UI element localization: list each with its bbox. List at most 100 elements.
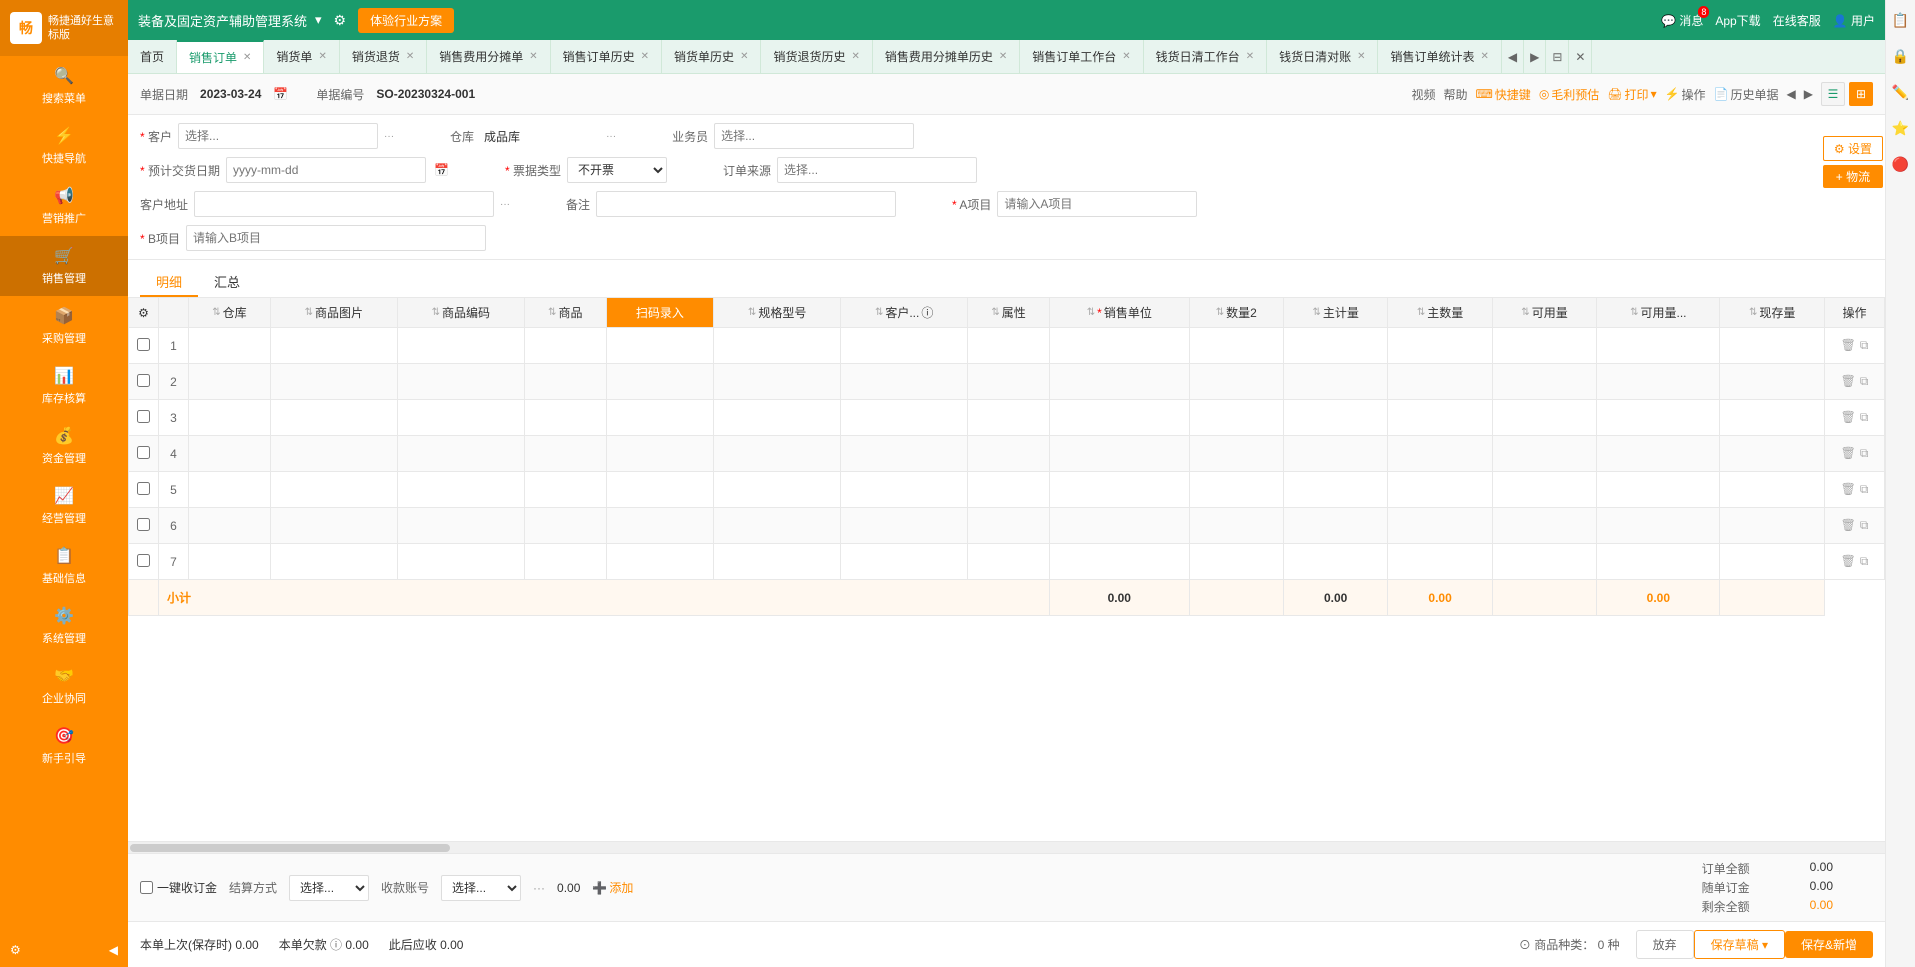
col-available[interactable]: ⇅可用量 xyxy=(1492,298,1596,328)
online-service-btn[interactable]: 在线客服 xyxy=(1773,12,1821,29)
tab-sales-return[interactable]: 销货退货 ✕ xyxy=(340,40,427,74)
warehouse-more-btn[interactable]: ··· xyxy=(606,131,616,142)
date-picker-icon[interactable]: 📅 xyxy=(434,163,449,177)
tab-close-icon[interactable]: ✕ xyxy=(1481,51,1489,62)
tab-cashflow-daily[interactable]: 钱货日清工作台 ✕ xyxy=(1144,40,1267,74)
row-copy-icon[interactable]: ⧉ xyxy=(1860,482,1869,497)
a-project-input[interactable] xyxy=(997,191,1197,217)
system-dropdown-btn[interactable]: ▾ xyxy=(315,12,322,28)
tab-close-icon[interactable]: ✕ xyxy=(1246,51,1254,62)
footer-add-btn[interactable]: ➕ 添加 xyxy=(592,879,633,896)
tab-close-icon[interactable]: ✕ xyxy=(318,51,326,62)
sidebar-item-sales[interactable]: 🛒 销售管理 xyxy=(0,236,128,296)
row-delete-icon[interactable]: 🗑 xyxy=(1841,554,1856,569)
tab-detail[interactable]: 明细 xyxy=(140,268,198,297)
sidebar-item-marketing[interactable]: 📢 营销推广 xyxy=(0,176,128,236)
row-delete-icon[interactable]: 🗑 xyxy=(1841,338,1856,353)
print-btn[interactable]: 🖨 打印 ▾ xyxy=(1607,86,1656,103)
col-customer-info[interactable]: ⇅客户... ⓘ xyxy=(841,298,968,328)
sidebar-item-purchase[interactable]: 📦 采购管理 xyxy=(0,296,128,356)
discard-btn[interactable]: 放弃 xyxy=(1636,930,1694,959)
col-attributes[interactable]: ⇅属性 xyxy=(968,298,1050,328)
row-checkbox[interactable] xyxy=(129,544,159,580)
customer-more-btn[interactable]: ··· xyxy=(384,131,394,142)
business-input[interactable] xyxy=(714,123,914,149)
col-spec-type[interactable]: ⇅规格型号 xyxy=(714,298,841,328)
settings-icon[interactable]: ⚙ xyxy=(10,943,21,957)
history-btn[interactable]: 📄 历史单据 xyxy=(1714,86,1779,103)
right-panel-icon-3[interactable]: ✏️ xyxy=(1889,80,1913,104)
col-available-more[interactable]: ⇅可用量... xyxy=(1597,298,1720,328)
remark-input[interactable] xyxy=(596,191,896,217)
tabs-prev-btn[interactable]: ◀ xyxy=(1502,40,1524,74)
tab-close-icon[interactable]: ✕ xyxy=(243,52,251,63)
row-delete-icon[interactable]: 🗑 xyxy=(1841,446,1856,461)
row-checkbox[interactable] xyxy=(129,364,159,400)
tab-home[interactable]: 首页 xyxy=(128,40,177,74)
col-main-quantity[interactable]: ⇅主数量 xyxy=(1388,298,1492,328)
tab-close-icon[interactable]: ✕ xyxy=(641,51,649,62)
sidebar-item-enterprise[interactable]: 🤝 企业协同 xyxy=(0,656,128,716)
tab-fee-split[interactable]: 销售费用分摊单 ✕ xyxy=(427,40,550,74)
tab-sales-order[interactable]: 销售订单 ✕ xyxy=(177,40,264,74)
col-settings[interactable]: ⚙ xyxy=(129,298,159,328)
delivery-date-input[interactable] xyxy=(226,157,426,183)
col-quantity2[interactable]: ⇅数量2 xyxy=(1189,298,1283,328)
row-checkbox[interactable] xyxy=(129,508,159,544)
tabs-more-btn[interactable]: ⊟ xyxy=(1546,40,1569,74)
tab-close-icon[interactable]: ✕ xyxy=(529,51,537,62)
tab-sales-back-history[interactable]: 销货单历史 ✕ xyxy=(662,40,761,74)
row-checkbox[interactable] xyxy=(129,400,159,436)
col-product-image[interactable]: ⇅商品图片 xyxy=(270,298,397,328)
list-view-icon[interactable]: ☰ xyxy=(1821,82,1845,106)
order-source-input[interactable] xyxy=(777,157,977,183)
add-material-btn[interactable]: + 物流 xyxy=(1823,165,1883,188)
row-checkbox[interactable] xyxy=(129,472,159,508)
topbar-gear-icon[interactable]: ⚙ xyxy=(330,8,351,33)
help-btn[interactable]: 帮助 xyxy=(1443,86,1467,103)
tab-close-icon[interactable]: ✕ xyxy=(851,51,859,62)
col-main-unit[interactable]: ⇅主计量 xyxy=(1283,298,1387,328)
tab-summary[interactable]: 汇总 xyxy=(198,268,256,297)
right-panel-icon-4[interactable]: ⭐ xyxy=(1889,116,1913,140)
col-product-code[interactable]: ⇅商品编码 xyxy=(397,298,524,328)
row-copy-icon[interactable]: ⧉ xyxy=(1860,518,1869,533)
customer-address-input[interactable] xyxy=(194,191,494,217)
one-click-payment-checkbox[interactable]: 一键收订金 xyxy=(140,879,217,896)
receipt-more-btn[interactable]: ··· xyxy=(533,881,545,895)
receipt-account-select[interactable]: 选择... xyxy=(441,875,521,901)
row-checkbox[interactable] xyxy=(129,436,159,472)
tabs-next-btn[interactable]: ▶ xyxy=(1524,40,1546,74)
col-current-stock[interactable]: ⇅现存量 xyxy=(1720,298,1825,328)
invoice-type-select[interactable]: 不开票 xyxy=(567,157,667,183)
row-delete-icon[interactable]: 🗑 xyxy=(1841,374,1856,389)
right-panel-icon-5[interactable]: 🔴 xyxy=(1889,152,1913,176)
save-new-btn[interactable]: 保存&新增 xyxy=(1785,931,1873,958)
tab-close-icon[interactable]: ✕ xyxy=(1357,51,1365,62)
view-btn[interactable]: 视频 xyxy=(1411,86,1435,103)
row-copy-icon[interactable]: ⧉ xyxy=(1860,554,1869,569)
row-copy-icon[interactable]: ⧉ xyxy=(1860,446,1869,461)
sidebar-item-operation[interactable]: 📈 经营管理 xyxy=(0,476,128,536)
tab-cashflow-reconcile[interactable]: 钱货日清对账 ✕ xyxy=(1267,40,1378,74)
tab-return-history[interactable]: 销货退货历史 ✕ xyxy=(761,40,872,74)
shortcut-btn[interactable]: ⌨ 快捷键 xyxy=(1475,86,1530,103)
tab-sales-back[interactable]: 销货单 ✕ xyxy=(264,40,339,74)
tab-order-workbench[interactable]: 销售订单工作台 ✕ xyxy=(1020,40,1143,74)
collapse-icon[interactable]: ◀ xyxy=(109,943,118,957)
tabs-close-btn[interactable]: ✕ xyxy=(1569,40,1592,74)
sidebar-item-guide[interactable]: 🎯 新手引导 xyxy=(0,716,128,776)
row-delete-icon[interactable]: 🗑 xyxy=(1841,482,1856,497)
col-product[interactable]: ⇅商品 xyxy=(524,298,606,328)
sidebar-item-system[interactable]: ⚙️ 系统管理 xyxy=(0,596,128,656)
right-panel-icon-2[interactable]: 🔒 xyxy=(1889,44,1913,68)
row-copy-icon[interactable]: ⧉ xyxy=(1860,338,1869,353)
customer-input[interactable] xyxy=(178,123,378,149)
tab-close-icon[interactable]: ✕ xyxy=(1122,51,1130,62)
sidebar-item-search[interactable]: 🔍 搜索菜单 xyxy=(0,56,128,116)
tab-close-icon[interactable]: ✕ xyxy=(406,51,414,62)
b-project-input[interactable] xyxy=(186,225,486,251)
scroll-thumb[interactable] xyxy=(130,844,450,852)
save-draft-btn[interactable]: 保存草稿 ▾ xyxy=(1694,930,1785,959)
user-avatar[interactable]: 👤 用户 xyxy=(1833,12,1875,29)
